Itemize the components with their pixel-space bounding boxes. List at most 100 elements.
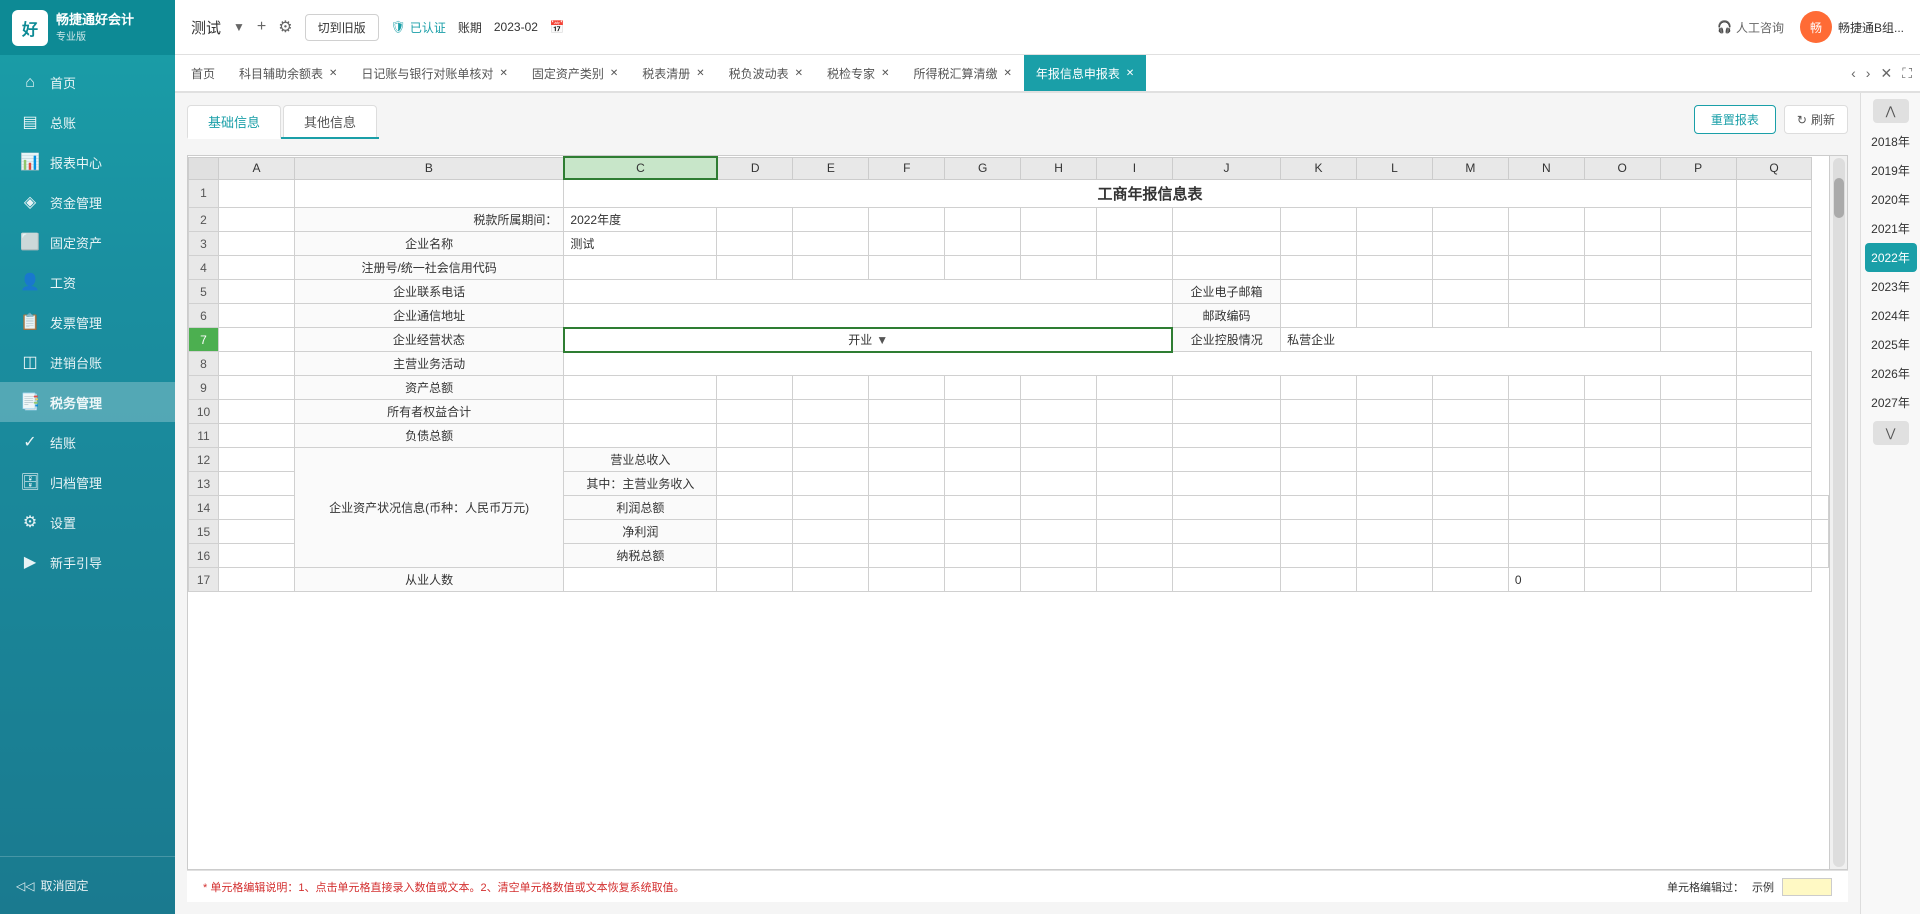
- tab-expand-btn[interactable]: ⛶: [1898, 61, 1916, 86]
- cell[interactable]: [1660, 304, 1736, 328]
- cell[interactable]: [1432, 400, 1508, 424]
- cell[interactable]: [1357, 376, 1433, 400]
- year-scroll-down-btn[interactable]: ⋁: [1873, 421, 1909, 445]
- cell[interactable]: [793, 472, 869, 496]
- cell[interactable]: [219, 568, 295, 592]
- col-header-N[interactable]: N: [1508, 157, 1584, 179]
- year-item-2027[interactable]: 2027年: [1865, 388, 1917, 417]
- cell[interactable]: [1357, 232, 1433, 256]
- year-item-2025[interactable]: 2025年: [1865, 330, 1917, 359]
- cell[interactable]: [1508, 400, 1584, 424]
- tab-journal[interactable]: 日记账与银行对账单核对 ✕: [349, 55, 519, 93]
- cell[interactable]: [1097, 448, 1173, 472]
- cell[interactable]: [1357, 472, 1433, 496]
- cell[interactable]: [219, 448, 295, 472]
- sidebar-item-settings[interactable]: ⚙ 设置: [0, 502, 175, 542]
- cell[interactable]: [793, 376, 869, 400]
- cell[interactable]: [219, 376, 295, 400]
- cell-value[interactable]: [564, 400, 717, 424]
- cell[interactable]: [717, 256, 793, 280]
- cell[interactable]: [1097, 520, 1173, 544]
- cell[interactable]: [1172, 472, 1280, 496]
- topbar-dropdown-btn[interactable]: ▼: [233, 20, 245, 34]
- cell[interactable]: [219, 280, 295, 304]
- sidebar-item-funds[interactable]: ◈ 资金管理: [0, 182, 175, 222]
- cell[interactable]: [793, 448, 869, 472]
- cell[interactable]: [945, 208, 1021, 232]
- tab-close-all-btn[interactable]: ✕: [1876, 61, 1896, 86]
- cell[interactable]: [294, 179, 563, 208]
- cell[interactable]: [1508, 544, 1584, 568]
- cell[interactable]: [1357, 304, 1433, 328]
- refresh-btn[interactable]: ↻ 刷新: [1784, 105, 1848, 134]
- cell[interactable]: [1584, 400, 1660, 424]
- cell-value[interactable]: 测试: [564, 232, 717, 256]
- col-header-O[interactable]: O: [1584, 157, 1660, 179]
- cell[interactable]: [1281, 232, 1357, 256]
- cell[interactable]: [1021, 256, 1097, 280]
- col-header-A[interactable]: A: [219, 157, 295, 179]
- sidebar-item-reports[interactable]: 📊 报表中心: [0, 142, 175, 182]
- sidebar-item-guide[interactable]: ▶ 新手引导: [0, 542, 175, 582]
- cell[interactable]: [717, 400, 793, 424]
- cell[interactable]: [1584, 280, 1660, 304]
- sidebar-item-tax[interactable]: 📑 税务管理: [0, 382, 175, 422]
- cell[interactable]: [1736, 448, 1812, 472]
- topbar-settings-btn[interactable]: ⚙: [278, 17, 292, 37]
- cell[interactable]: [869, 472, 945, 496]
- cell[interactable]: [1432, 496, 1508, 520]
- cell-value[interactable]: [1281, 280, 1357, 304]
- cell[interactable]: [1432, 544, 1508, 568]
- cell-value[interactable]: 2022年度: [564, 208, 717, 232]
- scrollbar-thumb[interactable]: [1834, 178, 1844, 218]
- cell[interactable]: [1508, 448, 1584, 472]
- cell[interactable]: [219, 328, 295, 352]
- col-header-B[interactable]: B: [294, 157, 563, 179]
- cell[interactable]: [1660, 280, 1736, 304]
- col-header-E[interactable]: E: [793, 157, 869, 179]
- cell[interactable]: [945, 520, 1021, 544]
- cell[interactable]: [945, 232, 1021, 256]
- cell[interactable]: [219, 232, 295, 256]
- cell[interactable]: [1660, 232, 1736, 256]
- cell[interactable]: [1281, 520, 1357, 544]
- year-item-2026[interactable]: 2026年: [1865, 359, 1917, 388]
- cell[interactable]: [1172, 520, 1280, 544]
- tab-close-btn[interactable]: ✕: [499, 68, 507, 79]
- cell[interactable]: [1281, 256, 1357, 280]
- dropdown-cell[interactable]: 开业 ▼: [564, 328, 1173, 352]
- cell[interactable]: [1172, 208, 1280, 232]
- cell[interactable]: [219, 179, 295, 208]
- cell[interactable]: [1812, 544, 1829, 568]
- cell[interactable]: [1736, 304, 1812, 328]
- cell[interactable]: [1736, 179, 1812, 208]
- cell[interactable]: [1736, 352, 1812, 376]
- cell[interactable]: [717, 424, 793, 448]
- cell-value[interactable]: [564, 280, 1173, 304]
- cell[interactable]: [1584, 256, 1660, 280]
- cell[interactable]: [1357, 448, 1433, 472]
- cell[interactable]: [1021, 568, 1097, 592]
- cell[interactable]: [1736, 376, 1812, 400]
- cell[interactable]: [1584, 472, 1660, 496]
- col-header-P[interactable]: P: [1660, 157, 1736, 179]
- col-header-J[interactable]: J: [1172, 157, 1280, 179]
- cell[interactable]: [1281, 376, 1357, 400]
- cell-value[interactable]: [564, 376, 717, 400]
- cell[interactable]: [1097, 256, 1173, 280]
- cell[interactable]: [793, 544, 869, 568]
- cell[interactable]: [219, 256, 295, 280]
- year-item-2019[interactable]: 2019年: [1865, 156, 1917, 185]
- cell[interactable]: [1812, 496, 1829, 520]
- cell[interactable]: [1097, 544, 1173, 568]
- cell-value[interactable]: [717, 472, 793, 496]
- cell[interactable]: [717, 376, 793, 400]
- year-scroll-up-btn[interactable]: ⋀: [1873, 99, 1909, 123]
- spreadsheet-inner[interactable]: A B C D E F G H I J K L: [188, 156, 1829, 869]
- cell[interactable]: [793, 424, 869, 448]
- cell[interactable]: [1660, 400, 1736, 424]
- cell[interactable]: [1584, 520, 1660, 544]
- calendar-icon[interactable]: 📅: [550, 20, 565, 34]
- cell-value[interactable]: [717, 520, 793, 544]
- topbar-add-btn[interactable]: +: [257, 18, 266, 36]
